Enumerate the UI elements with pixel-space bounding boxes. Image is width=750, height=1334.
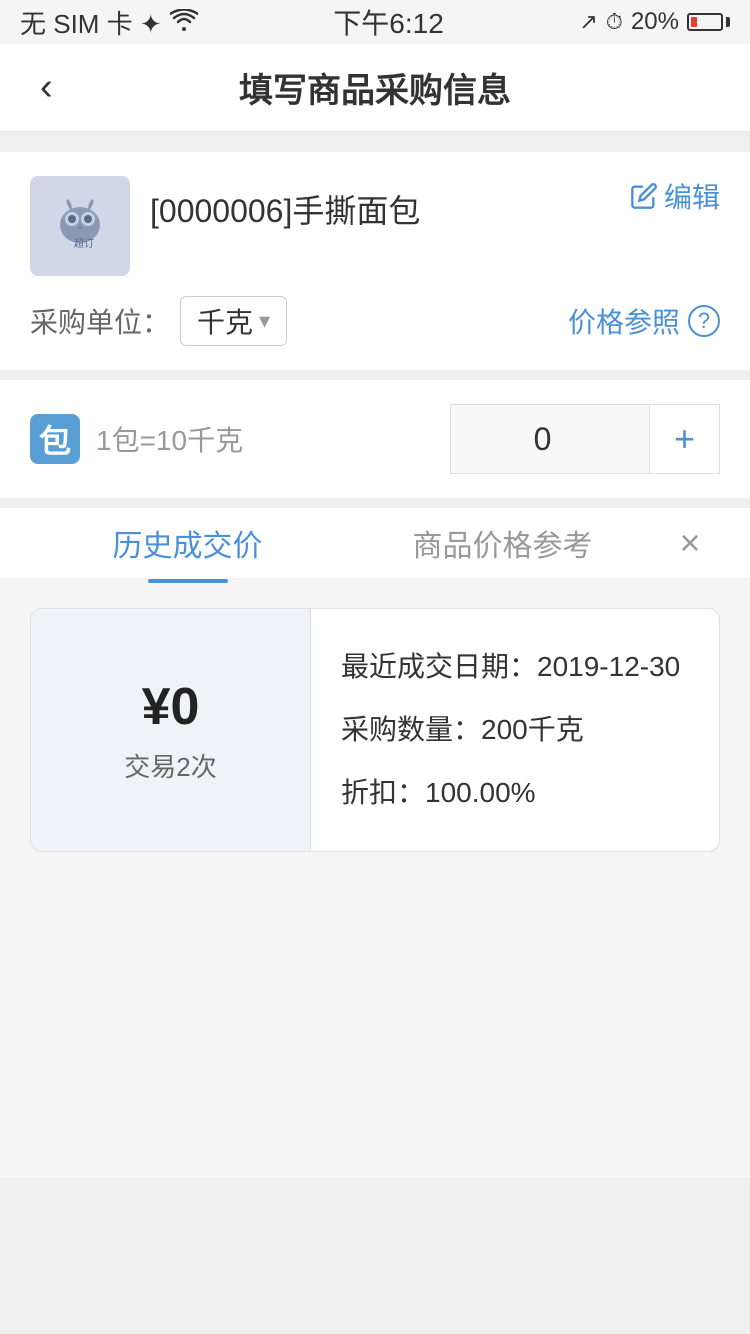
svg-text:超订: 超订 [74, 237, 94, 250]
price-ref-help-icon: ? [688, 305, 720, 337]
recent-date-value: 2019-12-30 [537, 651, 680, 682]
qty-left: 包 1包=10千克 [30, 414, 243, 464]
recent-date-label: 最近成交日期： [341, 651, 537, 682]
unit-select[interactable]: 千克 ▾ [180, 296, 287, 346]
dropdown-chevron-icon: ▾ [259, 308, 270, 334]
product-card: 超订 [0000006]手撕面包 编辑 采购单位： 千克 ▾ 价格参照 ? [0, 152, 750, 370]
quantity-input[interactable] [450, 404, 650, 474]
quantity-section: 包 1包=10千克 + [0, 370, 750, 498]
quantity-plus-button[interactable]: + [650, 404, 720, 474]
edit-button[interactable]: 编辑 [630, 176, 720, 216]
product-name: [0000006]手撕面包 [150, 186, 420, 232]
page-title: 填写商品采购信息 [239, 63, 511, 112]
unit-label: 采购单位： 千克 ▾ [30, 296, 287, 346]
purchase-qty-value: 200千克 [481, 714, 584, 745]
price-amount: ¥0 [142, 677, 200, 737]
qty-right: + [450, 404, 720, 474]
price-ref-label: 价格参照 [568, 301, 680, 341]
price-card: ¥0 交易2次 最近成交日期：2019-12-30 采购数量：200千克 折扣：… [30, 608, 720, 852]
purchase-qty-label: 采购数量： [341, 714, 481, 745]
unit-text: 采购单位： [30, 301, 170, 341]
status-time: 下午6:12 [333, 2, 444, 42]
price-card-right: 最近成交日期：2019-12-30 采购数量：200千克 折扣：100.00% [311, 609, 719, 851]
status-bar: 无 SIM 卡 ✦ 下午6:12 ↗ ⏱ 20% [0, 0, 750, 44]
purchase-qty-row: 采购数量：200千克 [341, 708, 689, 753]
nav-bar: ‹ 填写商品采购信息 [0, 44, 750, 132]
package-label: 包 [39, 416, 71, 462]
tab-history-price[interactable]: 历史成交价 [30, 503, 345, 583]
recent-date-row: 最近成交日期：2019-12-30 [341, 645, 689, 690]
status-right: ↗ ⏱ 20% [579, 8, 730, 36]
battery-icon [687, 13, 730, 31]
price-transaction-count: 交易2次 [124, 747, 216, 784]
tab-product-label: 商品价格参考 [413, 521, 593, 565]
tab-history-label: 历史成交价 [113, 521, 263, 565]
discount-row: 折扣：100.00% [341, 771, 689, 816]
status-left: 无 SIM 卡 ✦ [20, 4, 198, 41]
discount-value: 100.00% [425, 777, 536, 808]
price-card-left: ¥0 交易2次 [31, 609, 311, 851]
alarm-icon: ⏱ [606, 9, 623, 35]
product-header: 超订 [0000006]手撕面包 编辑 [30, 176, 720, 276]
discount-label: 折扣： [341, 777, 425, 808]
sim-label: 无 SIM 卡 ✦ [20, 4, 162, 41]
history-content: ¥0 交易2次 最近成交日期：2019-12-30 采购数量：200千克 折扣：… [0, 578, 750, 1178]
product-owl-icon: 超订 [50, 191, 110, 261]
edit-label: 编辑 [664, 176, 720, 216]
tab-product-price-ref[interactable]: 商品价格参考 [345, 503, 660, 583]
tabs-container: 历史成交价 商品价格参考 × [0, 498, 750, 578]
price-ref-button[interactable]: 价格参照 ? [568, 301, 720, 341]
battery-percent: 20% [631, 8, 679, 36]
package-hint: 1包=10千克 [96, 419, 243, 459]
product-unit-row: 采购单位： 千克 ▾ 价格参照 ? [30, 296, 720, 346]
back-button[interactable]: ‹ [30, 56, 63, 119]
product-left: 超订 [0000006]手撕面包 [30, 176, 420, 276]
package-icon: 包 [30, 414, 80, 464]
tab-close-button[interactable]: × [660, 513, 720, 573]
unit-value: 千克 [197, 301, 253, 341]
location-icon: ↗ [579, 9, 597, 35]
product-thumbnail: 超订 [30, 176, 130, 276]
wifi-icon [170, 7, 198, 38]
